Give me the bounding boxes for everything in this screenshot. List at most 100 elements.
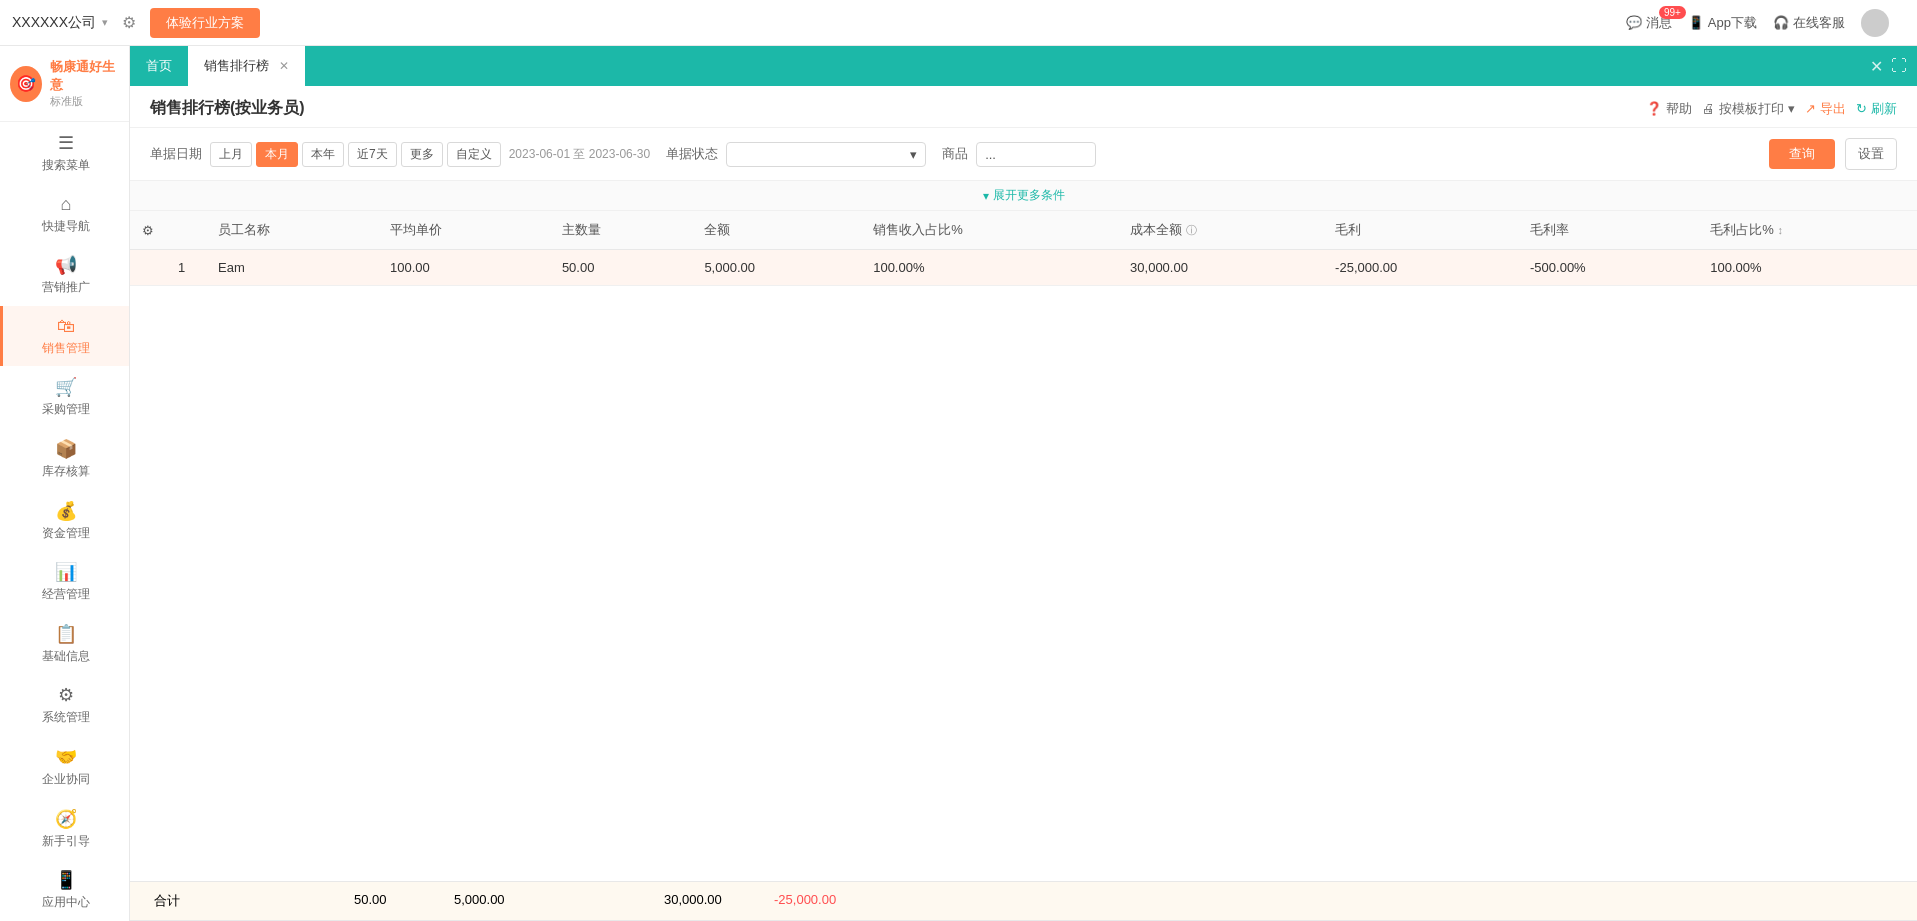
sidebar-item-enterprise-collab[interactable]: 🤝 企业协同 [0, 736, 129, 798]
page-header: 销售排行榜(按业务员) ❓ 帮助 🖨 按模板打印 ▾ ↗ [130, 86, 1917, 128]
tab-bar: 首页销售排行榜✕ ✕ ⛶ [130, 46, 1917, 86]
company-name: XXXXXX公司 [12, 14, 96, 32]
period-btn-本月[interactable]: 本月 [256, 142, 298, 167]
content-area: 首页销售排行榜✕ ✕ ⛶ 销售排行榜(按业务员) ❓ 帮助 🖨 按模板打印 [130, 46, 1917, 921]
top-bar-right: 💬 消息 99+ 📱 App下载 🎧 在线客服 [1626, 9, 1905, 37]
cell-employee: Eam [206, 250, 378, 286]
status-select[interactable]: ▾ [726, 142, 926, 167]
table-wrap: ⚙员工名称平均单价主数量全额销售收入占比%成本全额 ⓘ毛利毛利率毛利占比% ↕ … [130, 211, 1917, 881]
table-header-row: ⚙员工名称平均单价主数量全额销售收入占比%成本全额 ⓘ毛利毛利率毛利占比% ↕ [130, 211, 1917, 250]
nav-label-basic-info: 基础信息 [42, 649, 90, 665]
footer-cost: 30,000.00 [652, 892, 762, 910]
nav-icon-finance: 💰 [55, 500, 77, 522]
message-btn[interactable]: 💬 消息 99+ [1626, 14, 1672, 32]
nav-label-app-center: 应用中心 [42, 895, 90, 911]
nav-icon-app-center: 📱 [55, 869, 77, 891]
help-btn[interactable]: ❓ 帮助 [1646, 100, 1692, 118]
nav-icon-sales: 🛍 [57, 316, 75, 337]
main-area: 🎯 畅康通好生意 标准版 ☰ 搜索菜单 ⌂ 快捷导航 📢 营销推广 🛍 销售管理… [0, 46, 1917, 921]
gear-icon[interactable]: ⚙ [122, 13, 136, 32]
col-employee: 员工名称 [206, 211, 378, 250]
expand-bar[interactable]: ▾ 展开更多条件 [130, 181, 1917, 211]
sidebar-item-marketing[interactable]: 📢 营销推广 [0, 244, 129, 306]
col-settings[interactable]: ⚙ [130, 211, 166, 250]
sidebar: 🎯 畅康通好生意 标准版 ☰ 搜索菜单 ⌂ 快捷导航 📢 营销推广 🛍 销售管理… [0, 46, 130, 921]
col-quantity: 主数量 [550, 211, 693, 250]
tab-close-all-btn[interactable]: ✕ [1870, 57, 1883, 76]
cell-gross_margin: -500.00% [1518, 250, 1698, 286]
chevron-down-icon: ▾ [910, 147, 917, 162]
sidebar-item-quick-nav[interactable]: ⌂ 快捷导航 [0, 184, 129, 245]
nav-icon-enterprise-collab: 🤝 [55, 746, 77, 768]
col-rank [166, 211, 206, 250]
sort-icon: ↕ [1777, 224, 1783, 236]
message-icon: 💬 [1626, 15, 1642, 30]
app-download-btn[interactable]: 📱 App下载 [1688, 14, 1757, 32]
tab-bar-right: ✕ ⛶ [1870, 57, 1917, 76]
print-icon: 🖨 [1702, 101, 1715, 116]
sidebar-item-basic-info[interactable]: 📋 基础信息 [0, 613, 129, 675]
logo-sub: 标准版 [50, 94, 119, 109]
info-icon: ⓘ [1186, 224, 1197, 236]
sidebar-item-app-center[interactable]: 📱 应用中心 [0, 859, 129, 921]
filter-bar: 单据日期 上月本月本年近7天更多自定义 2023-06-01 至 2023-06… [130, 128, 1917, 181]
tab-expand-btn[interactable]: ⛶ [1891, 57, 1907, 75]
cell-avg_price: 100.00 [378, 250, 550, 286]
sidebar-logo: 🎯 畅康通好生意 标准版 [0, 46, 129, 122]
tab-close-sales-rank[interactable]: ✕ [279, 59, 289, 73]
period-btn-更多[interactable]: 更多 [401, 142, 443, 167]
nav-label-marketing: 营销推广 [42, 280, 90, 296]
online-service-btn[interactable]: 🎧 在线客服 [1773, 14, 1845, 32]
nav-label-inventory: 库存核算 [42, 464, 90, 480]
query-btn[interactable]: 查询 [1769, 139, 1835, 169]
sidebar-item-system[interactable]: ⚙ 系统管理 [0, 674, 129, 736]
settings-btn[interactable]: 设置 [1845, 138, 1897, 170]
footer-quantity: 50.00 [342, 892, 442, 910]
goods-label: 商品 [942, 145, 968, 163]
col-avg_price: 平均单价 [378, 211, 550, 250]
period-btn-上月[interactable]: 上月 [210, 142, 252, 167]
sidebar-item-finance[interactable]: 💰 资金管理 [0, 490, 129, 552]
footer-label: 合计 [154, 893, 180, 908]
avatar[interactable] [1861, 9, 1889, 37]
nav-icon-purchase: 🛒 [55, 376, 77, 398]
cell-quantity: 50.00 [550, 250, 693, 286]
online-label: 在线客服 [1793, 14, 1845, 32]
sidebar-item-operations[interactable]: 📊 经营管理 [0, 551, 129, 613]
nav-icon-inventory: 📦 [55, 438, 77, 460]
cell-sales_ratio: 100.00% [861, 250, 1118, 286]
chevron-down-icon: ▾ [1788, 101, 1795, 116]
period-btns: 上月本月本年近7天更多自定义 [210, 142, 501, 167]
footer-amount: 5,000.00 [442, 892, 542, 910]
sidebar-item-inventory[interactable]: 📦 库存核算 [0, 428, 129, 490]
sidebar-item-guide[interactable]: 🧭 新手引导 [0, 798, 129, 860]
cell-cost_amount: 30,000.00 [1118, 250, 1323, 286]
nav-label-search-order: 搜索菜单 [42, 158, 90, 174]
tab-home[interactable]: 首页 [130, 46, 188, 86]
cell-amount: 5,000.00 [692, 250, 861, 286]
goods-filter: 商品 ... [942, 142, 1096, 167]
refresh-btn[interactable]: ↻ 刷新 [1856, 100, 1897, 118]
col-cost_amount: 成本全额 ⓘ [1118, 211, 1323, 250]
template-print-btn[interactable]: 🖨 按模板打印 ▾ [1702, 100, 1795, 118]
sidebar-item-purchase[interactable]: 🛒 采购管理 [0, 366, 129, 428]
cell-rank: 1 [166, 250, 206, 286]
col-gross_ratio: 毛利占比% ↕ [1698, 211, 1917, 250]
period-btn-近7天[interactable]: 近7天 [348, 142, 397, 167]
date-range: 2023-06-01 至 2023-06-30 [509, 146, 650, 163]
col-amount: 全额 [692, 211, 861, 250]
footer-cells: 合计 50.00 5,000.00 30,000.00 -25,000.00 [142, 892, 1905, 910]
period-btn-自定义[interactable]: 自定义 [447, 142, 501, 167]
trial-btn[interactable]: 体验行业方案 [150, 8, 260, 38]
expand-label: ▾ 展开更多条件 [983, 187, 1065, 204]
col-sales_ratio: 销售收入占比% [861, 211, 1118, 250]
company-selector[interactable]: XXXXXX公司 ▾ [12, 14, 108, 32]
tab-sales-rank[interactable]: 销售排行榜✕ [188, 46, 305, 86]
nav-icon-guide: 🧭 [55, 808, 77, 830]
period-btn-本年[interactable]: 本年 [302, 142, 344, 167]
sidebar-item-search-order[interactable]: ☰ 搜索菜单 [0, 122, 129, 184]
sidebar-item-sales[interactable]: 🛍 销售管理 [0, 306, 129, 367]
nav-icon-quick-nav: ⌂ [61, 194, 72, 215]
goods-select[interactable]: ... [976, 142, 1096, 167]
export-btn[interactable]: ↗ 导出 [1805, 100, 1846, 118]
